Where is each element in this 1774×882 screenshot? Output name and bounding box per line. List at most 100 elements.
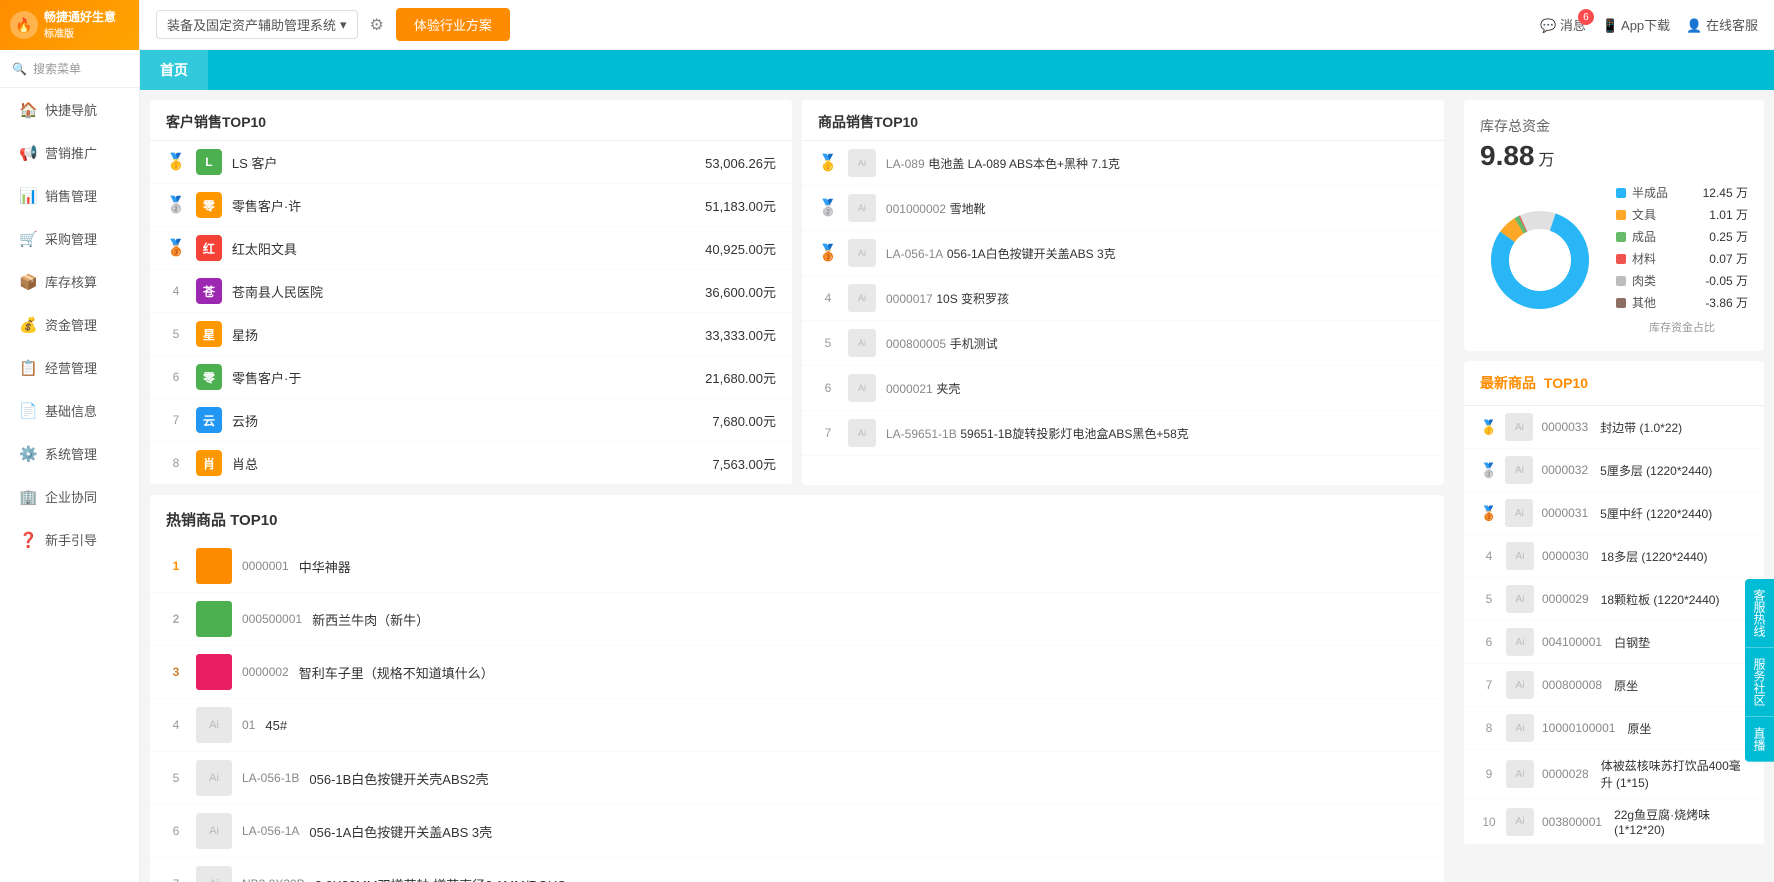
hot-product-code: LA-056-1A xyxy=(242,824,299,838)
new-product-row[interactable]: 10 Ai 003800001 22g鱼豆腐·烧烤味 (1*12*20) xyxy=(1464,799,1764,845)
service-icon: 👤 xyxy=(1686,18,1702,33)
product-image-placeholder: Ai xyxy=(196,866,232,882)
customer-rank-row[interactable]: 7 云 云扬 7,680.00元 xyxy=(150,399,792,442)
legend-value: -0.05 万 xyxy=(1688,272,1748,289)
main-container: 装备及固定资产辅助管理系统 ▾ ⚙ 体验行业方案 💬 消息 6 📱 App下载 … xyxy=(140,0,1774,882)
medal-bronze-icon: 🥉 xyxy=(818,243,838,263)
product-sales-rank-row[interactable]: 🥈 Ai 001000002 雪地靴 xyxy=(802,186,1444,231)
new-product-row[interactable]: 8 Ai 10000100001 原坐 xyxy=(1464,707,1764,750)
sidebar-item-enterprise[interactable]: 🏢 企业协同 xyxy=(0,475,139,518)
legend-item: 成品 0.25 万 xyxy=(1616,228,1748,245)
customer-amount: 7,680.00元 xyxy=(712,411,776,430)
legend-label: 成品 xyxy=(1632,228,1682,245)
product-img-placeholder: Ai xyxy=(848,149,876,177)
new-product-row[interactable]: 6 Ai 004100001 白钢垫 xyxy=(1464,621,1764,664)
hot-product-row[interactable]: 2 000500001 新西兰牛肉（新牛） xyxy=(150,593,1444,646)
product-image xyxy=(196,548,232,584)
medal-icon: 🥈 xyxy=(1480,462,1497,479)
product-img-placeholder: Ai xyxy=(848,374,876,402)
sidebar-item-operation[interactable]: 📋 经营管理 xyxy=(0,346,139,389)
product-sales-rank-row[interactable]: 6 Ai 0000021 夹壳 xyxy=(802,366,1444,411)
legend-value: 0.25 万 xyxy=(1688,228,1748,245)
float-btn-service[interactable]: 客服热线 xyxy=(1745,579,1774,648)
legend-item: 半成品 12.45 万 xyxy=(1616,184,1748,201)
inventory-unit: 万 xyxy=(1539,146,1555,170)
legend-value: 12.45 万 xyxy=(1688,184,1748,201)
hot-product-row[interactable]: 3 0000002 智利车子里（规格不知道填什么） xyxy=(150,646,1444,699)
hot-product-row[interactable]: 4 Ai 01 45# xyxy=(150,699,1444,752)
customer-rank-row[interactable]: 4 苍 苍南县人民医院 36,600.00元 xyxy=(150,270,792,313)
customer-amount: 7,563.00元 xyxy=(712,454,776,473)
hot-product-row[interactable]: 6 Ai LA-056-1A 056-1A白色按键开关盖ABS 3壳 xyxy=(150,805,1444,858)
system-selector[interactable]: 装备及固定资产辅助管理系统 ▾ xyxy=(156,10,358,39)
hot-product-code: 000500001 xyxy=(242,612,302,626)
right-panel: 库存总资金 9.88 万 xyxy=(1454,90,1774,882)
product-sales-rank-row[interactable]: 7 Ai LA-59651-1B 59651-1B旋转投影灯电池盒ABS黑色+5… xyxy=(802,411,1444,456)
hot-product-row[interactable]: 1 0000001 中华神器 xyxy=(150,540,1444,593)
sidebar-item-system[interactable]: ⚙️ 系统管理 xyxy=(0,432,139,475)
sidebar-item-inventory[interactable]: 📦 库存核算 xyxy=(0,260,139,303)
product-info: LA-056-1A 056-1A白色按键开关盖ABS 3克 xyxy=(886,245,1116,262)
rank-number: 7 xyxy=(818,426,838,440)
guide-icon: ❓ xyxy=(19,531,37,549)
new-product-row[interactable]: 9 Ai 0000028 体被茲核味苏打饮品400毫升 (1*15) xyxy=(1464,750,1764,799)
sidebar-item-marketing[interactable]: 📢 营销推广 xyxy=(0,131,139,174)
hot-product-row[interactable]: 5 Ai LA-056-1B 056-1B白色按键开关壳ABS2壳 xyxy=(150,752,1444,805)
hot-product-row[interactable]: 7 Ai NB2.0X30B 2.0X30MM双搓花轴,搓花直径2.1MM/RO… xyxy=(150,858,1444,882)
legend-label: 半成品 xyxy=(1632,184,1682,201)
sidebar-item-guide[interactable]: ❓ 新手引导 xyxy=(0,518,139,561)
rank-number: 6 xyxy=(818,381,838,395)
sidebar-item-sales[interactable]: 📊 销售管理 xyxy=(0,174,139,217)
tab-home[interactable]: 首页 xyxy=(140,50,208,90)
new-product-row[interactable]: 4 Ai 0000030 18多层 (1220*2440) xyxy=(1464,535,1764,578)
sidebar-item-quick[interactable]: 🏠 快捷导航 xyxy=(0,88,139,131)
app-download-btn[interactable]: 📱 App下载 xyxy=(1602,15,1670,34)
settings-icon[interactable]: ⚙ xyxy=(370,15,384,35)
customer-rank-row[interactable]: 🥇 L LS 客户 53,006.26元 xyxy=(150,141,792,184)
np-name: 封边带 (1.0*22) xyxy=(1600,419,1682,436)
finance-icon: 💰 xyxy=(19,316,37,334)
float-btn-community[interactable]: 服务社区 xyxy=(1745,648,1774,717)
np-code: 0000030 xyxy=(1542,549,1589,563)
hot-product-name: 2.0X30MM双搓花轴,搓花直径2.1MM/ROHS xyxy=(315,875,566,882)
product-sales-rank-row[interactable]: 🥉 Ai LA-056-1A 056-1A白色按键开关盖ABS 3克 xyxy=(802,231,1444,276)
product-sales-rank-row[interactable]: 5 Ai 000800005 手机测试 xyxy=(802,321,1444,366)
online-service-btn[interactable]: 👤 在线客服 xyxy=(1686,15,1758,34)
medal-icon: 🥇 xyxy=(1480,419,1497,436)
legend-label: 其他 xyxy=(1632,294,1682,311)
product-sales-rank-row[interactable]: 4 Ai 0000017 10S 变积罗孩 xyxy=(802,276,1444,321)
medal-gold-icon: 🥇 xyxy=(166,152,186,172)
enterprise-icon: 🏢 xyxy=(19,488,37,506)
np-name: 原坐 xyxy=(1627,720,1651,737)
notification-btn[interactable]: 💬 消息 6 xyxy=(1540,15,1586,34)
product-sales-rank-row[interactable]: 🥇 Ai LA-089 电池盖 LA-089 ABS本色+黑种 7.1克 xyxy=(802,141,1444,186)
np-code: 0000033 xyxy=(1541,420,1588,434)
hot-products-title: 热销商品 TOP10 xyxy=(150,495,1444,540)
sidebar-item-basic[interactable]: 📄 基础信息 xyxy=(0,389,139,432)
np-rank-number: 8 xyxy=(1480,721,1498,735)
new-product-row[interactable]: 🥈 Ai 0000032 5厘多层 (1220*2440) xyxy=(1464,449,1764,492)
customer-rank-row[interactable]: 🥈 零 零售客户·许 51,183.00元 xyxy=(150,184,792,227)
new-product-row[interactable]: 7 Ai 000800008 原坐 xyxy=(1464,664,1764,707)
legend-label: 材料 xyxy=(1632,250,1682,267)
legend-label: 肉类 xyxy=(1632,272,1682,289)
customer-rank-row[interactable]: 5 星 星扬 33,333.00元 xyxy=(150,313,792,356)
hot-rank-number: 1 xyxy=(166,559,186,573)
new-product-row[interactable]: 🥇 Ai 0000033 封边带 (1.0*22) xyxy=(1464,406,1764,449)
sidebar-item-finance[interactable]: 💰 资金管理 xyxy=(0,303,139,346)
np-code: 10000100001 xyxy=(1542,721,1615,735)
new-product-row[interactable]: 🥉 Ai 0000031 5厘中纤 (1220*2440) xyxy=(1464,492,1764,535)
customer-rank-row[interactable]: 6 零 零售客户·于 21,680.00元 xyxy=(150,356,792,399)
new-product-row[interactable]: 5 Ai 0000029 18颗粒板 (1220*2440) xyxy=(1464,578,1764,621)
float-btn-live[interactable]: 直播 xyxy=(1745,717,1774,762)
rank-number: 5 xyxy=(166,327,186,341)
customer-rank-row[interactable]: 🥉 红 红太阳文具 40,925.00元 xyxy=(150,227,792,270)
experience-btn[interactable]: 体验行业方案 xyxy=(396,8,510,41)
hot-product-name: 智利车子里（规格不知道填什么） xyxy=(299,663,494,682)
search-menu[interactable]: 🔍 搜索菜单 xyxy=(0,50,139,88)
sidebar-item-purchase[interactable]: 🛒 采购管理 xyxy=(0,217,139,260)
customer-rank-row[interactable]: 8 肖 肖总 7,563.00元 xyxy=(150,442,792,485)
app-logo: 🔥 畅捷通好生意 标准版 xyxy=(0,0,139,50)
operation-icon: 📋 xyxy=(19,359,37,377)
hot-product-code: LA-056-1B xyxy=(242,771,299,785)
